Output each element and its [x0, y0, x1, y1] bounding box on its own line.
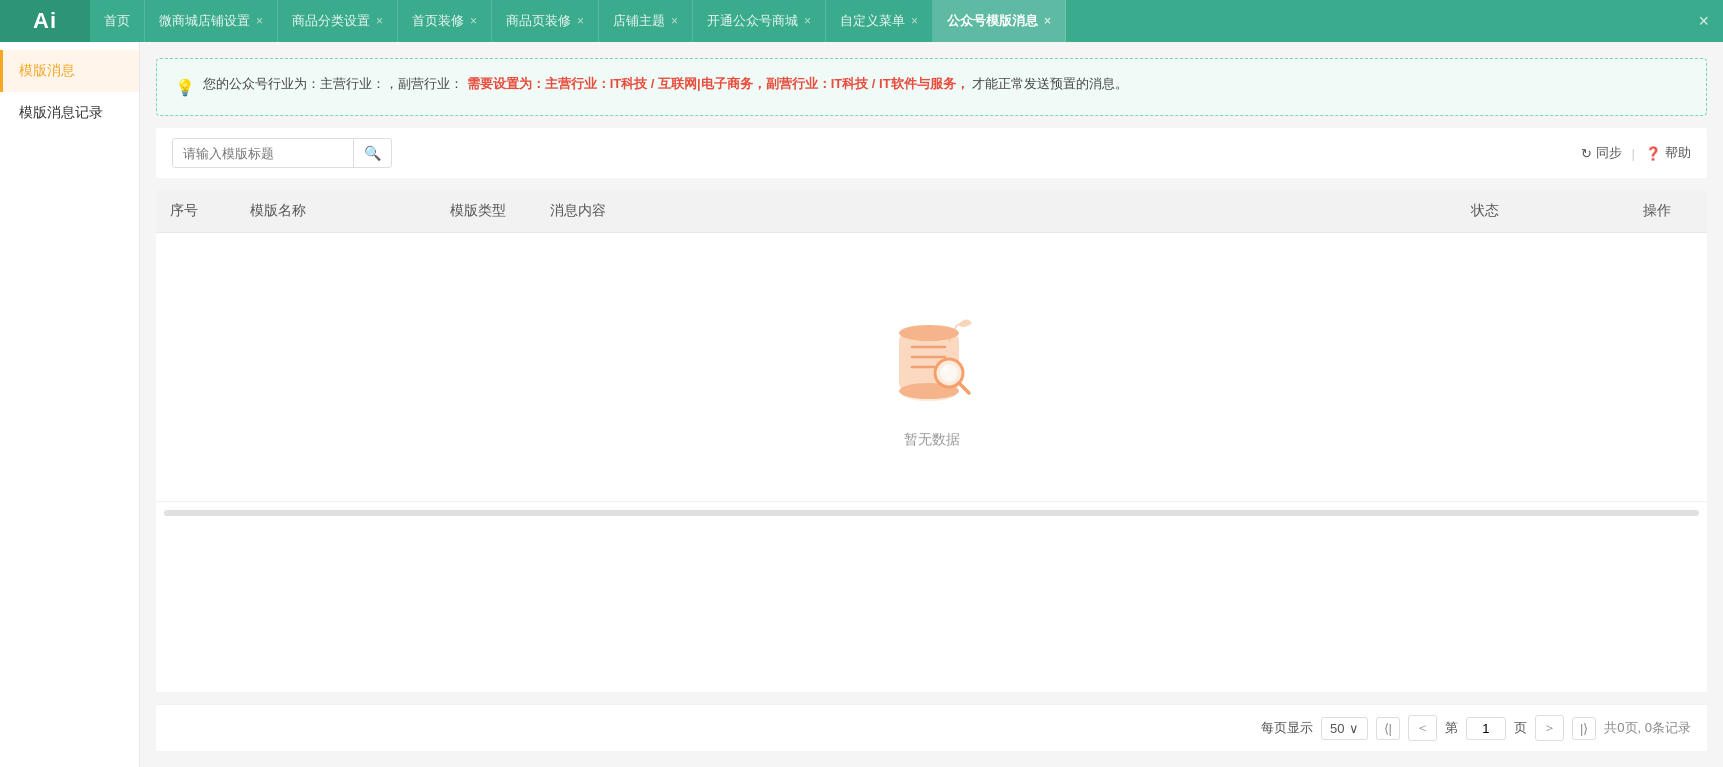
search-input[interactable]: [173, 140, 353, 167]
svg-line-9: [959, 383, 969, 393]
table-col-action: 操作: [1607, 190, 1707, 233]
per-page-label: 每页显示: [1261, 719, 1313, 737]
table-body: 暂无数据: [156, 233, 1707, 502]
table-header: 序号模版名称模版类型消息内容状态操作: [156, 190, 1707, 233]
notice-box: 💡 您的公众号行业为：主营行业：，副营行业： 需要设置为：主营行业：IT科技 /…: [156, 58, 1707, 116]
prev-page-button[interactable]: ＜: [1408, 715, 1437, 741]
next-page-button[interactable]: ＞: [1535, 715, 1564, 741]
tab-product-decor[interactable]: 商品页装修×: [492, 0, 599, 42]
empty-state-illustration: [877, 305, 987, 415]
page-total-text: 共0页, 0条记录: [1604, 719, 1691, 737]
search-bar: 🔍 ↻ 同步 | ❓ 帮助: [156, 128, 1707, 178]
first-page-button[interactable]: ⟨|: [1376, 717, 1400, 740]
tab-close-store-theme[interactable]: ×: [671, 14, 678, 28]
main-layout: 模版消息模版消息记录 💡 您的公众号行业为：主营行业：，副营行业： 需要设置为：…: [0, 42, 1723, 767]
search-input-wrap: 🔍: [172, 138, 392, 168]
tab-close-product-decor[interactable]: ×: [577, 14, 584, 28]
tab-custom-menu[interactable]: 自定义菜单×: [826, 0, 933, 42]
help-button[interactable]: ❓ 帮助: [1645, 144, 1691, 162]
sidebar-item-template-message[interactable]: 模版消息: [0, 50, 139, 92]
page-number-input[interactable]: [1466, 717, 1506, 740]
pagination-bar: 每页显示 50 ∨ ⟨| ＜ 第 页 ＞ |⟩ 共0页, 0条记录: [156, 704, 1707, 751]
divider: |: [1632, 146, 1635, 161]
empty-state-text: 暂无数据: [904, 431, 960, 449]
table-col-content: 消息内容: [536, 190, 1457, 233]
svg-point-10: [942, 366, 948, 372]
top-nav: Ai 首页微商城店铺设置×商品分类设置×首页装修×商品页装修×店铺主题×开通公众…: [0, 0, 1723, 42]
tab-template-msg[interactable]: 公众号模版消息×: [933, 0, 1066, 42]
tab-home[interactable]: 首页: [90, 0, 145, 42]
svg-point-8: [940, 364, 958, 382]
sidebar: 模版消息模版消息记录: [0, 42, 140, 767]
tab-close-custom-menu[interactable]: ×: [911, 14, 918, 28]
notice-text: 您的公众号行业为：主营行业：，副营行业： 需要设置为：主营行业：IT科技 / 互…: [203, 73, 1128, 95]
table-col-seq: 序号: [156, 190, 236, 233]
tab-homepage-decor[interactable]: 首页装修×: [398, 0, 492, 42]
horizontal-scrollbar-row: [156, 502, 1707, 524]
tab-close-open-wechat-shop[interactable]: ×: [804, 14, 811, 28]
search-button[interactable]: 🔍: [353, 139, 391, 167]
nav-tabs: 首页微商城店铺设置×商品分类设置×首页装修×商品页装修×店铺主题×开通公众号商城…: [90, 0, 1684, 42]
table-header-row: 序号模版名称模版类型消息内容状态操作: [156, 190, 1707, 233]
empty-state-cell: 暂无数据: [156, 233, 1707, 502]
empty-state-row: 暂无数据: [156, 233, 1707, 502]
brand-logo: Ai: [0, 0, 90, 42]
table-col-type: 模版类型: [436, 190, 536, 233]
tab-product-category[interactable]: 商品分类设置×: [278, 0, 398, 42]
empty-state: 暂无数据: [170, 245, 1693, 489]
tab-close-homepage-decor[interactable]: ×: [470, 14, 477, 28]
last-page-button[interactable]: |⟩: [1572, 717, 1596, 740]
sync-icon: ↻: [1581, 146, 1592, 161]
page-label-pre: 第: [1445, 719, 1458, 737]
per-page-select[interactable]: 50 ∨: [1321, 717, 1367, 740]
tab-close-wsc-settings[interactable]: ×: [256, 14, 263, 28]
tab-wsc-settings[interactable]: 微商城店铺设置×: [145, 0, 278, 42]
table-col-name: 模版名称: [236, 190, 436, 233]
tab-open-wechat-shop[interactable]: 开通公众号商城×: [693, 0, 826, 42]
page-label-post: 页: [1514, 719, 1527, 737]
close-all-tabs-button[interactable]: ×: [1684, 11, 1723, 32]
help-icon: ❓: [1645, 146, 1661, 161]
tab-store-theme[interactable]: 店铺主题×: [599, 0, 693, 42]
notice-icon: 💡: [175, 74, 195, 101]
horizontal-scrollbar[interactable]: [164, 510, 1699, 516]
table-col-status: 状态: [1457, 190, 1607, 233]
toolbar-right: ↻ 同步 | ❓ 帮助: [1581, 144, 1691, 162]
tab-close-product-category[interactable]: ×: [376, 14, 383, 28]
chevron-down-icon: ∨: [1349, 721, 1359, 736]
tab-close-template-msg[interactable]: ×: [1044, 14, 1051, 28]
sync-button[interactable]: ↻ 同步: [1581, 144, 1622, 162]
sidebar-item-template-message-log[interactable]: 模版消息记录: [0, 92, 139, 134]
table-container: 序号模版名称模版类型消息内容状态操作: [156, 190, 1707, 692]
template-table: 序号模版名称模版类型消息内容状态操作: [156, 190, 1707, 502]
content-area: 💡 您的公众号行业为：主营行业：，副营行业： 需要设置为：主营行业：IT科技 /…: [140, 42, 1723, 767]
